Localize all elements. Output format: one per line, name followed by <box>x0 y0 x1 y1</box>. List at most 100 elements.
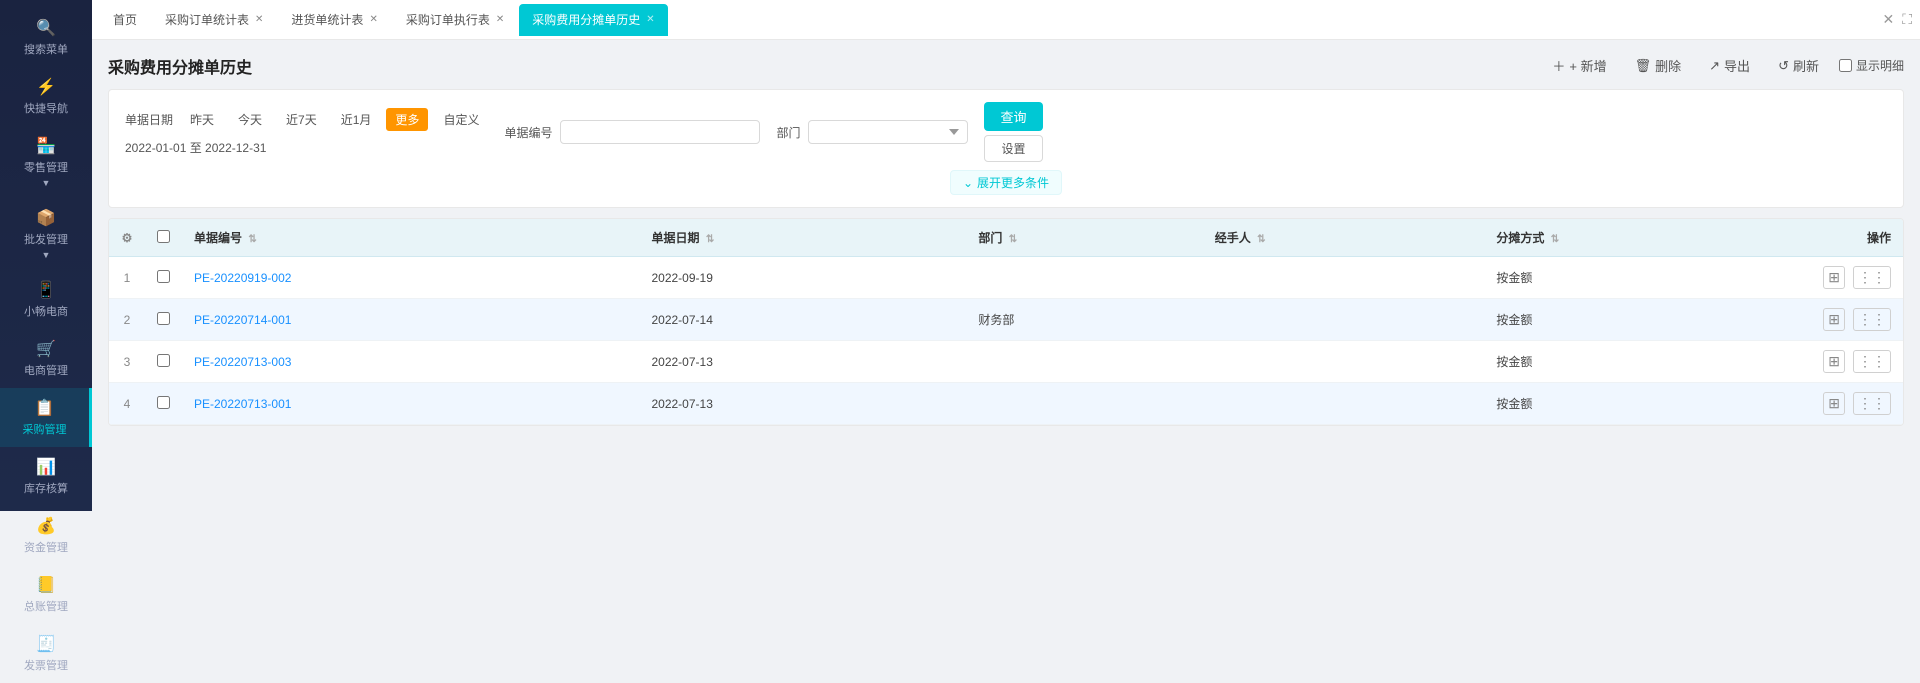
tab-purchase-cost-history[interactable]: 采购费用分摊单历史 ✕ <box>519 4 667 36</box>
maximize-button[interactable]: ⛶ <box>1902 11 1912 28</box>
sidebar-item-miniapp[interactable]: 📱 小畅电商 <box>0 270 92 329</box>
view-button[interactable]: ⊞ <box>1823 350 1845 373</box>
close-all-tabs-button[interactable]: ✕ <box>1882 11 1894 28</box>
sidebar-item-retail[interactable]: 🏪 零售管理 ▼ <box>0 126 92 198</box>
close-icon[interactable]: ✕ <box>646 14 654 25</box>
expand-more-area: ⌄ 展开更多条件 <box>125 170 1887 195</box>
row-select-checkbox[interactable] <box>157 354 170 367</box>
tab-purchase-order-stats[interactable]: 采购订单统计表 ✕ <box>152 4 276 36</box>
row-select-checkbox[interactable] <box>157 396 170 409</box>
row-doc-date-1: 2022-09-19 <box>639 257 966 299</box>
table-row: 2 PE-20220714-001 2022-07-14 财务部 按金额 ⊞ ⋮… <box>109 299 1903 341</box>
close-icon[interactable]: ✕ <box>255 14 263 25</box>
date-btn-custom[interactable]: 自定义 <box>434 108 488 131</box>
chevron-down-icon: ⌄ <box>963 176 973 190</box>
date-btn-yesterday[interactable]: 昨天 <box>181 108 223 131</box>
tab-home[interactable]: 首页 <box>100 4 150 36</box>
show-cols-checkbox[interactable]: 显示明细 <box>1839 57 1904 74</box>
row-split-method-2: 按金额 <box>1484 299 1811 341</box>
doc-num-link[interactable]: PE-20220713-003 <box>194 355 291 369</box>
tab-purchase-goods-stats[interactable]: 进货单统计表 ✕ <box>278 4 390 36</box>
row-select-checkbox[interactable] <box>157 312 170 325</box>
close-icon[interactable]: ✕ <box>496 14 504 25</box>
table-row: 4 PE-20220713-001 2022-07-13 按金额 ⊞ ⋮⋮ <box>109 383 1903 425</box>
chevron-down-icon: ▼ <box>42 250 51 260</box>
sidebar-item-search[interactable]: 🔍 搜索菜单 <box>0 8 92 67</box>
row-actions-4: ⊞ ⋮⋮ <box>1811 383 1903 425</box>
date-filter-label: 单据日期 <box>125 111 173 128</box>
delete-icon: 🗑 <box>1635 58 1652 74</box>
filter-row: 单据日期 昨天 今天 近7天 近1月 更多 自定义 2022-01-01 至 2… <box>125 102 1887 162</box>
view-button[interactable]: ⊞ <box>1823 392 1845 415</box>
sidebar-item-wholesale[interactable]: 📦 批发管理 ▼ <box>0 198 92 270</box>
table-row: 1 PE-20220919-002 2022-09-19 按金额 ⊞ ⋮⋮ <box>109 257 1903 299</box>
sidebar-item-ecommerce[interactable]: 🛒 电商管理 <box>0 329 92 388</box>
export-button[interactable]: ↗ 导出 <box>1701 52 1758 79</box>
search-icon: 🔍 <box>36 18 56 38</box>
sidebar-item-finance[interactable]: 💰 资金管理 <box>0 506 92 565</box>
expand-more-button[interactable]: ⌄ 展开更多条件 <box>950 170 1062 195</box>
doc-num-input[interactable] <box>560 120 760 144</box>
add-icon: ＋ <box>1552 56 1565 75</box>
date-btn-1month[interactable]: 近1月 <box>332 108 381 131</box>
more-button[interactable]: ⋮⋮ <box>1853 266 1891 289</box>
shortcut-icon: ⚡ <box>36 77 56 97</box>
row-select-checkbox[interactable] <box>157 270 170 283</box>
sidebar-item-shortcut[interactable]: ⚡ 快捷导航 <box>0 67 92 126</box>
row-doc-num-4: PE-20220713-001 <box>182 383 639 425</box>
view-button[interactable]: ⊞ <box>1823 308 1845 331</box>
dept-label: 部门 <box>776 124 800 141</box>
more-button[interactable]: ⋮⋮ <box>1853 308 1891 331</box>
date-btn-today[interactable]: 今天 <box>229 108 271 131</box>
sort-icon[interactable]: ⇅ <box>248 234 256 245</box>
sidebar-item-purchase[interactable]: 📋 采购管理 <box>0 388 92 447</box>
delete-button[interactable]: 🗑 删除 <box>1627 52 1690 79</box>
filter-settings-button[interactable]: 设置 <box>984 135 1042 162</box>
col-doc-date: 单据日期 ⇅ <box>639 219 966 257</box>
row-doc-date-4: 2022-07-13 <box>639 383 966 425</box>
date-btn-7days[interactable]: 近7天 <box>277 108 326 131</box>
sort-icon[interactable]: ⇅ <box>1009 234 1017 245</box>
sort-icon[interactable]: ⇅ <box>1257 234 1265 245</box>
add-button[interactable]: ＋ + 新增 <box>1544 52 1614 79</box>
col-settings[interactable]: ⚙ <box>109 219 145 257</box>
row-doc-date-3: 2022-07-13 <box>639 341 966 383</box>
row-checkbox-1[interactable] <box>145 257 182 299</box>
row-num-4: 4 <box>109 383 145 425</box>
sidebar: 🔍 搜索菜单 ⚡ 快捷导航 🏪 零售管理 ▼ 📦 批发管理 ▼ 📱 小畅电商 🛒… <box>0 0 92 511</box>
search-button[interactable]: 查询 <box>984 102 1042 131</box>
ledger-icon: 📒 <box>36 575 56 595</box>
sort-icon[interactable]: ⇅ <box>706 234 714 245</box>
wholesale-icon: 📦 <box>36 208 56 228</box>
miniapp-icon: 📱 <box>36 280 56 300</box>
tab-purchase-order-exec[interactable]: 采购订单执行表 ✕ <box>393 4 517 36</box>
select-all-checkbox[interactable] <box>157 230 170 243</box>
row-handler-4 <box>1203 383 1485 425</box>
export-icon: ↗ <box>1709 58 1720 74</box>
row-actions-3: ⊞ ⋮⋮ <box>1811 341 1903 383</box>
date-btn-more[interactable]: 更多 <box>386 108 428 131</box>
settings-icon[interactable]: ⚙ <box>122 231 133 245</box>
row-checkbox-2[interactable] <box>145 299 182 341</box>
more-button[interactable]: ⋮⋮ <box>1853 392 1891 415</box>
row-doc-num-1: PE-20220919-002 <box>182 257 639 299</box>
row-checkbox-4[interactable] <box>145 383 182 425</box>
row-doc-num-2: PE-20220714-001 <box>182 299 639 341</box>
row-checkbox-3[interactable] <box>145 341 182 383</box>
retail-icon: 🏪 <box>36 136 56 156</box>
dept-select[interactable]: 财务部 <box>808 120 968 144</box>
main-content: 首页 采购订单统计表 ✕ 进货单统计表 ✕ 采购订单执行表 ✕ 采购费用分摊单历… <box>92 0 1920 511</box>
doc-num-link[interactable]: PE-20220713-001 <box>194 397 291 411</box>
action-buttons: 查询 设置 <box>984 102 1042 162</box>
refresh-button[interactable]: ↺ 刷新 <box>1770 52 1827 79</box>
show-cols-input[interactable] <box>1839 59 1852 72</box>
view-button[interactable]: ⊞ <box>1823 266 1845 289</box>
more-button[interactable]: ⋮⋮ <box>1853 350 1891 373</box>
sidebar-item-ledger[interactable]: 📒 总账管理 <box>0 565 92 624</box>
sort-icon[interactable]: ⇅ <box>1551 234 1559 245</box>
close-icon[interactable]: ✕ <box>369 14 377 25</box>
sidebar-item-inventory[interactable]: 📊 库存核算 <box>0 447 92 506</box>
sidebar-item-invoice[interactable]: 🧾 发票管理 <box>0 624 92 683</box>
doc-num-link[interactable]: PE-20220714-001 <box>194 313 291 327</box>
doc-num-link[interactable]: PE-20220919-002 <box>194 271 291 285</box>
